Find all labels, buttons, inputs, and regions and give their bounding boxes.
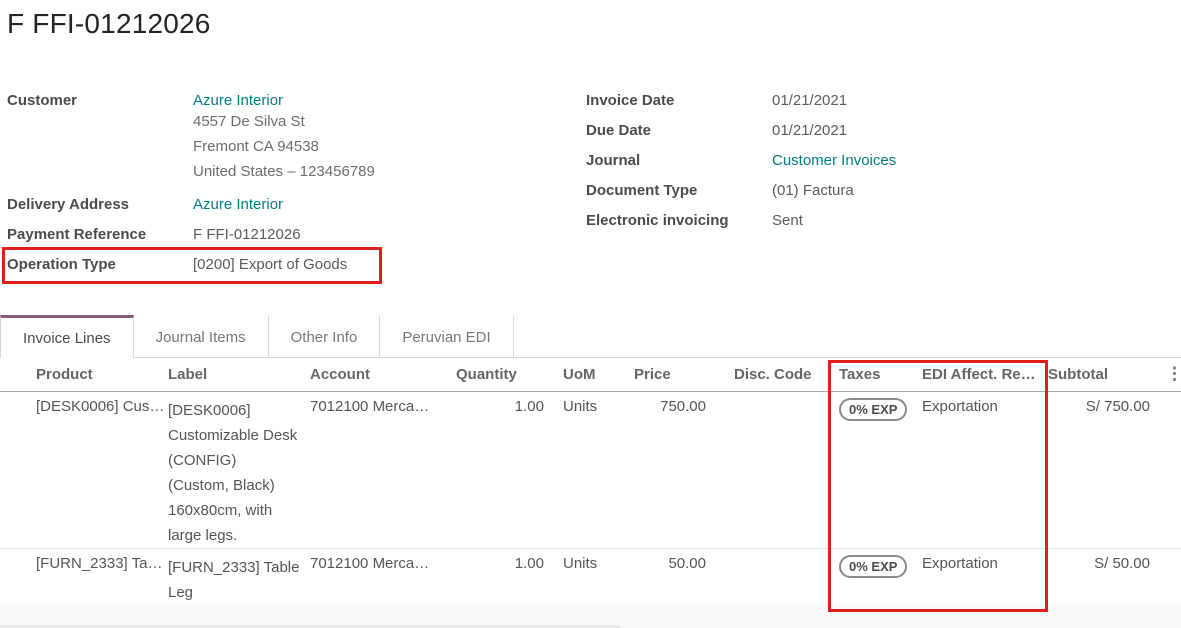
customer-link[interactable]: Azure Interior bbox=[193, 92, 283, 109]
operation-type-label: Operation Type bbox=[7, 254, 193, 273]
electronic-invoicing-value: Sent bbox=[772, 210, 803, 229]
field-payment-reference: Payment Reference F FFI-01212026 bbox=[7, 224, 572, 254]
field-document-type: Document Type (01) Factura bbox=[586, 180, 1166, 210]
field-group-right: Invoice Date 01/21/2021 Due Date 01/21/2… bbox=[586, 90, 1166, 240]
payment-reference-value: F FFI-01212026 bbox=[193, 224, 301, 243]
field-delivery-address: Delivery Address Azure Interior bbox=[7, 194, 572, 224]
table-row[interactable]: [FURN_2333] Ta… [FURN_2333] Table Leg 70… bbox=[0, 548, 1181, 606]
col-header-edi-affect[interactable]: EDI Affect. Re… bbox=[918, 358, 1048, 391]
cell-account: 7012100 Merca… bbox=[310, 391, 456, 548]
col-header-subtotal[interactable]: Subtotal bbox=[1048, 358, 1166, 391]
cell-uom: Units bbox=[548, 548, 634, 606]
tab-journal-items[interactable]: Journal Items bbox=[134, 316, 269, 358]
field-group-left: Customer Azure Interior 4557 De Silva St… bbox=[7, 90, 572, 284]
cell-disc-code bbox=[710, 391, 826, 548]
col-header-quantity[interactable]: Quantity bbox=[456, 358, 548, 391]
invoice-date-label: Invoice Date bbox=[586, 90, 772, 109]
customer-address-line-1: 4557 De Silva St bbox=[193, 109, 375, 134]
cell-label: [FURN_2333] Table Leg bbox=[168, 548, 310, 606]
optional-columns-icon[interactable]: ⋮ bbox=[1166, 358, 1181, 391]
page-title: F FFI-01212026 bbox=[7, 8, 211, 40]
cell-price: 50.00 bbox=[634, 548, 710, 606]
due-date-label: Due Date bbox=[586, 120, 772, 139]
journal-link[interactable]: Customer Invoices bbox=[772, 152, 896, 169]
col-header-price[interactable]: Price bbox=[634, 358, 710, 391]
col-header-uom[interactable]: UoM bbox=[548, 358, 634, 391]
document-type-value: (01) Factura bbox=[772, 180, 854, 199]
col-header-account[interactable]: Account bbox=[310, 358, 456, 391]
document-type-label: Document Type bbox=[586, 180, 772, 199]
invoice-form-page: F FFI-01212026 Customer Azure Interior 4… bbox=[0, 0, 1181, 628]
field-invoice-date: Invoice Date 01/21/2021 bbox=[586, 90, 1166, 120]
cell-account: 7012100 Merca… bbox=[310, 548, 456, 606]
drag-handle-column bbox=[0, 358, 30, 391]
due-date-value: 01/21/2021 bbox=[772, 120, 847, 139]
table-row[interactable]: [DESK0006] Cus… [DESK0006] Customizable … bbox=[0, 391, 1181, 548]
cell-label: [DESK0006] Customizable Desk (CONFIG) (C… bbox=[168, 391, 310, 548]
cell-edi-affect: Exportation bbox=[918, 391, 1048, 548]
cell-edi-affect: Exportation bbox=[918, 548, 1048, 606]
col-header-label[interactable]: Label bbox=[168, 358, 310, 391]
tab-peruvian-edi[interactable]: Peruvian EDI bbox=[380, 316, 513, 358]
col-header-taxes[interactable]: Taxes bbox=[826, 358, 918, 391]
electronic-invoicing-label: Electronic invoicing bbox=[586, 210, 772, 229]
delivery-address-label: Delivery Address bbox=[7, 194, 193, 213]
invoice-lines-table: Product Label Account Quantity UoM Price… bbox=[0, 358, 1181, 607]
customer-label: Customer bbox=[7, 90, 193, 109]
tab-other-info[interactable]: Other Info bbox=[269, 316, 381, 358]
field-electronic-invoicing: Electronic invoicing Sent bbox=[586, 210, 1166, 240]
cell-product: [FURN_2333] Ta… bbox=[30, 548, 168, 606]
cell-disc-code bbox=[710, 548, 826, 606]
field-customer: Customer Azure Interior 4557 De Silva St… bbox=[7, 90, 572, 194]
tax-badge: 0% EXP bbox=[839, 555, 907, 578]
cell-subtotal: S/ 50.00 bbox=[1048, 548, 1166, 606]
notebook-tabs: Invoice Lines Journal Items Other Info P… bbox=[0, 315, 1181, 358]
delivery-address-link[interactable]: Azure Interior bbox=[193, 196, 283, 213]
cell-quantity: 1.00 bbox=[456, 391, 548, 548]
tab-invoice-lines[interactable]: Invoice Lines bbox=[0, 315, 134, 358]
field-journal: Journal Customer Invoices bbox=[586, 150, 1166, 180]
journal-label: Journal bbox=[586, 150, 772, 169]
cell-product: [DESK0006] Cus… bbox=[30, 391, 168, 548]
customer-address-line-3: United States – 123456789 bbox=[193, 159, 375, 184]
invoice-date-value: 01/21/2021 bbox=[772, 90, 847, 109]
cell-price: 750.00 bbox=[634, 391, 710, 548]
cell-subtotal: S/ 750.00 bbox=[1048, 391, 1166, 548]
cell-uom: Units bbox=[548, 391, 634, 548]
col-header-product[interactable]: Product bbox=[30, 358, 168, 391]
customer-address-line-2: Fremont CA 94538 bbox=[193, 134, 375, 159]
tax-badge: 0% EXP bbox=[839, 398, 907, 421]
field-due-date: Due Date 01/21/2021 bbox=[586, 120, 1166, 150]
field-operation-type: Operation Type [0200] Export of Goods bbox=[7, 254, 572, 284]
operation-type-value: [0200] Export of Goods bbox=[193, 254, 347, 273]
table-header-row: Product Label Account Quantity UoM Price… bbox=[0, 358, 1181, 391]
cell-quantity: 1.00 bbox=[456, 548, 548, 606]
payment-reference-label: Payment Reference bbox=[7, 224, 193, 243]
col-header-disc-code[interactable]: Disc. Code bbox=[710, 358, 826, 391]
